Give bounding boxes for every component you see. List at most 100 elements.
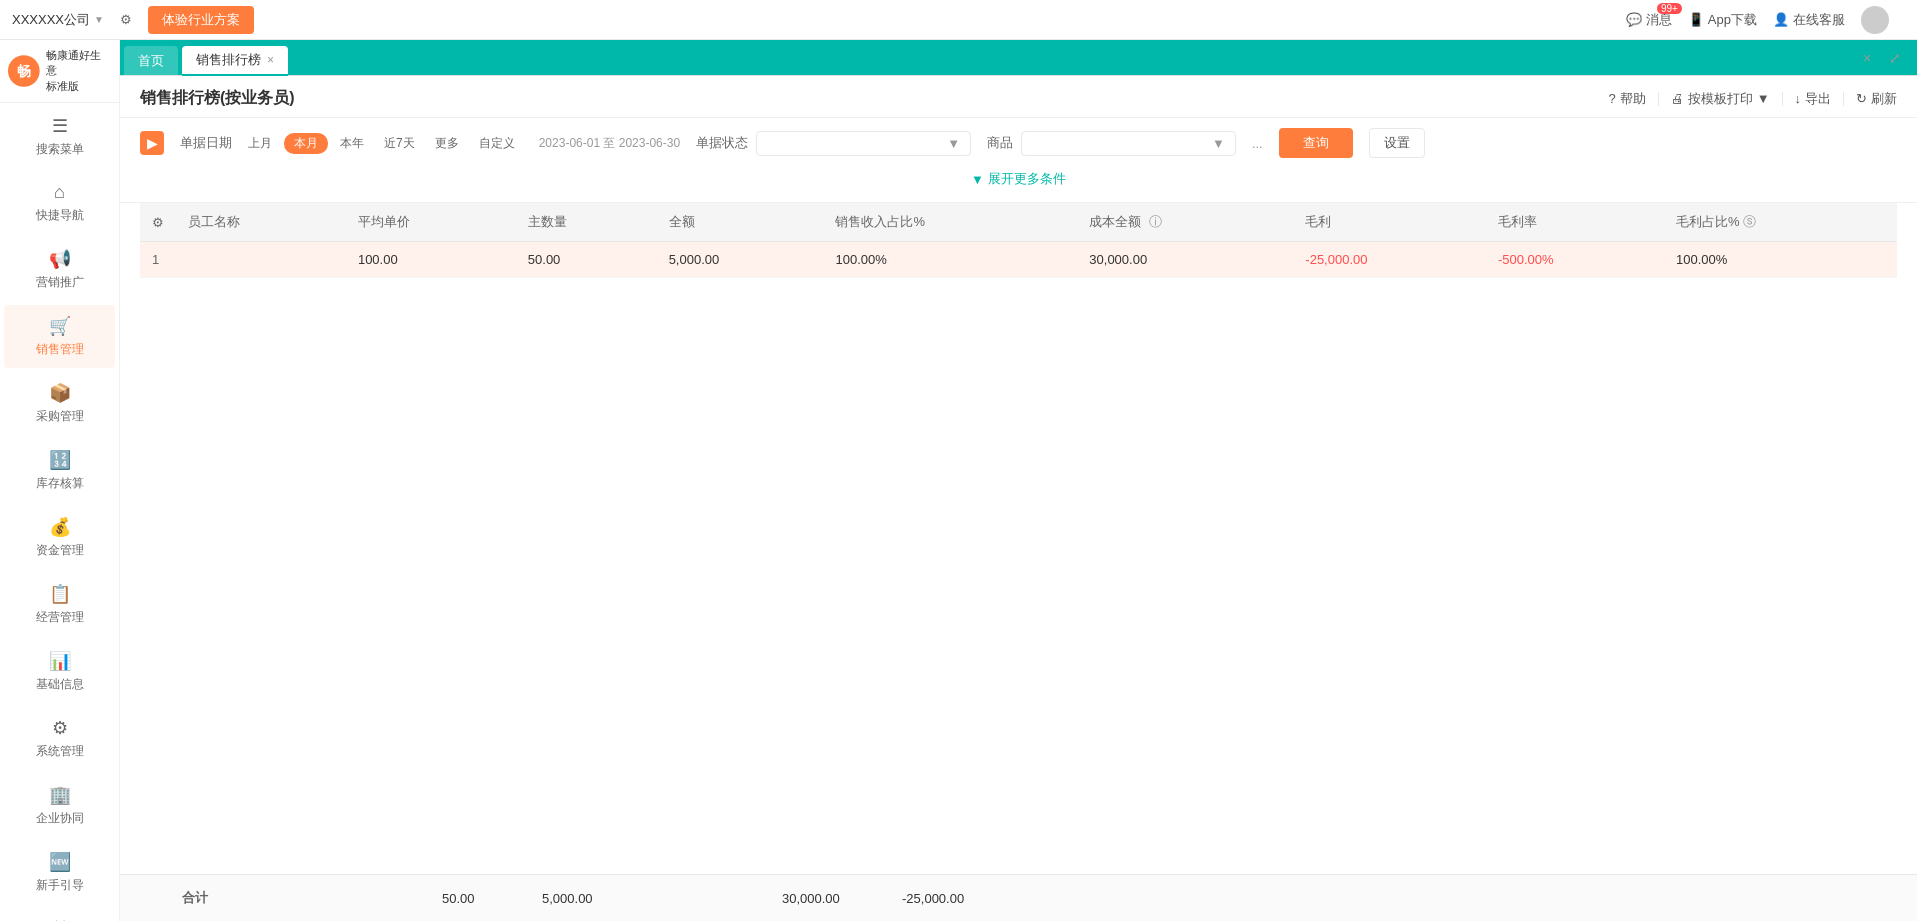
- message-button[interactable]: 💬 消息 99+: [1626, 11, 1672, 29]
- sidebar-item-system[interactable]: ⚙ 系统管理: [4, 707, 115, 770]
- sidebar-item-quick[interactable]: ⌂ 快捷导航: [4, 172, 115, 234]
- date-label: 单据日期: [180, 134, 232, 152]
- guide-icon: 🆕: [49, 851, 71, 873]
- logo-line1: 畅康通好生意: [46, 48, 111, 79]
- cell-amount: 5,000.00: [657, 242, 824, 278]
- tab-close-icon[interactable]: ×: [267, 53, 274, 67]
- goods-select[interactable]: ▼: [1021, 131, 1236, 156]
- date-tab-7days[interactable]: 近7天: [376, 133, 423, 154]
- online-service-button[interactable]: 👤 在线客服: [1773, 11, 1845, 29]
- home-tab-label: 首页: [138, 52, 164, 70]
- print-button[interactable]: 🖨 按模板打印 ▼: [1671, 90, 1770, 108]
- sidebar-item-enterprise[interactable]: 🏢 企业协同: [4, 774, 115, 837]
- col-cost-amount: 成本全额 ⓘ: [1077, 203, 1293, 242]
- trial-button[interactable]: 体验行业方案: [148, 6, 254, 34]
- message-badge: 99+: [1657, 3, 1682, 14]
- marketing-icon: 📢: [49, 248, 71, 270]
- sidebar-item-operations[interactable]: 📋 经营管理: [4, 573, 115, 636]
- sidebar-label-operations: 经营管理: [36, 609, 84, 626]
- footer-label: [140, 892, 170, 904]
- date-tab-this-year[interactable]: 本年: [332, 133, 372, 154]
- col-gross-pct: 毛利占比% ⓢ: [1664, 203, 1897, 242]
- sidebar-item-purchase[interactable]: 📦 采购管理: [4, 372, 115, 435]
- refresh-button[interactable]: ↻ 刷新: [1856, 90, 1897, 108]
- date-tab-more[interactable]: 更多: [427, 133, 467, 154]
- window-controls: × ⤢: [1857, 48, 1913, 68]
- main-layout: 畅 畅康通好生意 标准版 ☰ 搜索菜单 ⌂ 快捷导航 📢 营销推广: [0, 40, 1917, 921]
- avatar[interactable]: [1861, 6, 1889, 34]
- sidebar-item-sales[interactable]: 🛒 销售管理: [4, 305, 115, 368]
- settings-icon[interactable]: ⚙: [112, 6, 140, 34]
- search-icon: ☰: [52, 115, 68, 137]
- query-button[interactable]: 查询: [1279, 128, 1353, 158]
- table-settings-icon[interactable]: ⚙: [152, 215, 164, 230]
- sidebar-label-purchase: 采购管理: [36, 408, 84, 425]
- date-tab-this-month[interactable]: 本月: [284, 133, 328, 154]
- sidebar-label-guide: 新手引导: [36, 877, 84, 894]
- filter-area: ▶ 单据日期 上月 本月 本年 近7天 更多 自定义: [120, 118, 1917, 203]
- main-content: 销售排行榜(按业务员) ? 帮助 🖨 按模板打印 ▼: [120, 76, 1917, 921]
- tab-sales-ranking[interactable]: 销售排行榜 ×: [182, 46, 288, 76]
- company-selector[interactable]: XXXXXX公司 ▼: [12, 11, 104, 29]
- date-tab-last-month[interactable]: 上月: [240, 133, 280, 154]
- svg-text:畅: 畅: [17, 63, 31, 79]
- app-download-label: App下载: [1708, 11, 1757, 29]
- column-settings-button[interactable]: 设置: [1369, 128, 1425, 158]
- tab-bar: 首页 销售排行榜 × × ⤢: [120, 40, 1917, 76]
- status-select[interactable]: ▼: [756, 131, 971, 156]
- date-filter: 单据日期 上月 本月 本年 近7天 更多 自定义 2023-06-01 至 20…: [180, 133, 680, 154]
- logo-text: 畅康通好生意 标准版: [46, 48, 111, 94]
- table-row[interactable]: 1 100.00 50.00 5,000.00 100.00% 30,000.0…: [140, 242, 1897, 278]
- export-button[interactable]: ↓ 导出: [1795, 90, 1832, 108]
- cell-sales-pct: 100.00%: [823, 242, 1077, 278]
- window-maximize-icon[interactable]: ⤢: [1885, 48, 1905, 68]
- date-tab-custom[interactable]: 自定义: [471, 133, 523, 154]
- filter-expand-row: ▼ 展开更多条件: [140, 158, 1897, 192]
- sidebar-item-search[interactable]: ☰ 搜索菜单: [4, 105, 115, 168]
- sidebar-label-marketing: 营销推广: [36, 274, 84, 291]
- divider2: [1782, 92, 1783, 106]
- operations-icon: 📋: [49, 583, 71, 605]
- logo-line2: 标准版: [46, 79, 111, 94]
- sidebar-item-finance[interactable]: 💰 资金管理: [4, 506, 115, 569]
- print-chevron-icon: ▼: [1757, 91, 1770, 106]
- col-settings[interactable]: ⚙: [140, 203, 176, 242]
- help-label: 帮助: [1620, 90, 1646, 108]
- cell-avg-price: 100.00: [346, 242, 516, 278]
- goods-filter: 商品 ▼: [987, 131, 1236, 156]
- sidebar-label-quick: 快捷导航: [36, 207, 84, 224]
- sidebar-item-inventory[interactable]: 🔢 库存核算: [4, 439, 115, 502]
- gross-pct-label: 毛利占比%: [1676, 214, 1740, 229]
- sidebar-item-marketing[interactable]: 📢 营销推广: [4, 238, 115, 301]
- cost-amount-label: 成本全额: [1089, 214, 1141, 229]
- expand-conditions-button[interactable]: ▼ 展开更多条件: [971, 170, 1066, 188]
- tab-home[interactable]: 首页: [124, 46, 178, 76]
- filter-more-icon[interactable]: ...: [1252, 136, 1263, 151]
- sidebar-label-system: 系统管理: [36, 743, 84, 760]
- sidebar-label-search: 搜索菜单: [36, 141, 84, 158]
- sidebar: 畅 畅康通好生意 标准版 ☰ 搜索菜单 ⌂ 快捷导航 📢 营销推广: [0, 40, 120, 921]
- export-label: 导出: [1805, 90, 1831, 108]
- cost-help-icon[interactable]: ⓘ: [1149, 214, 1162, 229]
- goods-chevron-icon: ▼: [1212, 136, 1225, 151]
- date-range-display: 2023-06-01 至 2023-06-30: [539, 135, 680, 152]
- top-right-actions: 💬 消息 99+ 📱 App下载 👤 在线客服: [1626, 6, 1905, 34]
- app-download-button[interactable]: 📱 App下载: [1688, 11, 1757, 29]
- window-close-icon[interactable]: ×: [1857, 48, 1877, 68]
- sidebar-item-basic[interactable]: 📊 基础信息: [4, 640, 115, 703]
- online-service-label: 在线客服: [1793, 11, 1845, 29]
- help-button[interactable]: ? 帮助: [1608, 90, 1645, 108]
- sidebar-label-basic: 基础信息: [36, 676, 84, 693]
- status-label: 单据状态: [696, 134, 748, 152]
- content-area: 首页 销售排行榜 × × ⤢ 销售排行榜(按业务员): [120, 40, 1917, 921]
- sidebar-item-apps[interactable]: 📺 应用中心: [4, 908, 115, 921]
- refresh-label: 刷新: [1871, 90, 1897, 108]
- logo-area: 畅 畅康通好生意 标准版: [0, 40, 119, 103]
- filter-expand-arrow[interactable]: ▶: [140, 131, 164, 155]
- print-label: 按模板打印: [1688, 90, 1753, 108]
- download-icon: 📱: [1688, 12, 1704, 27]
- chevron-down-icon: ▼: [94, 14, 104, 25]
- sidebar-item-guide[interactable]: 🆕 新手引导: [4, 841, 115, 904]
- table-body: 1 100.00 50.00 5,000.00 100.00% 30,000.0…: [140, 242, 1897, 278]
- divider3: [1843, 92, 1844, 106]
